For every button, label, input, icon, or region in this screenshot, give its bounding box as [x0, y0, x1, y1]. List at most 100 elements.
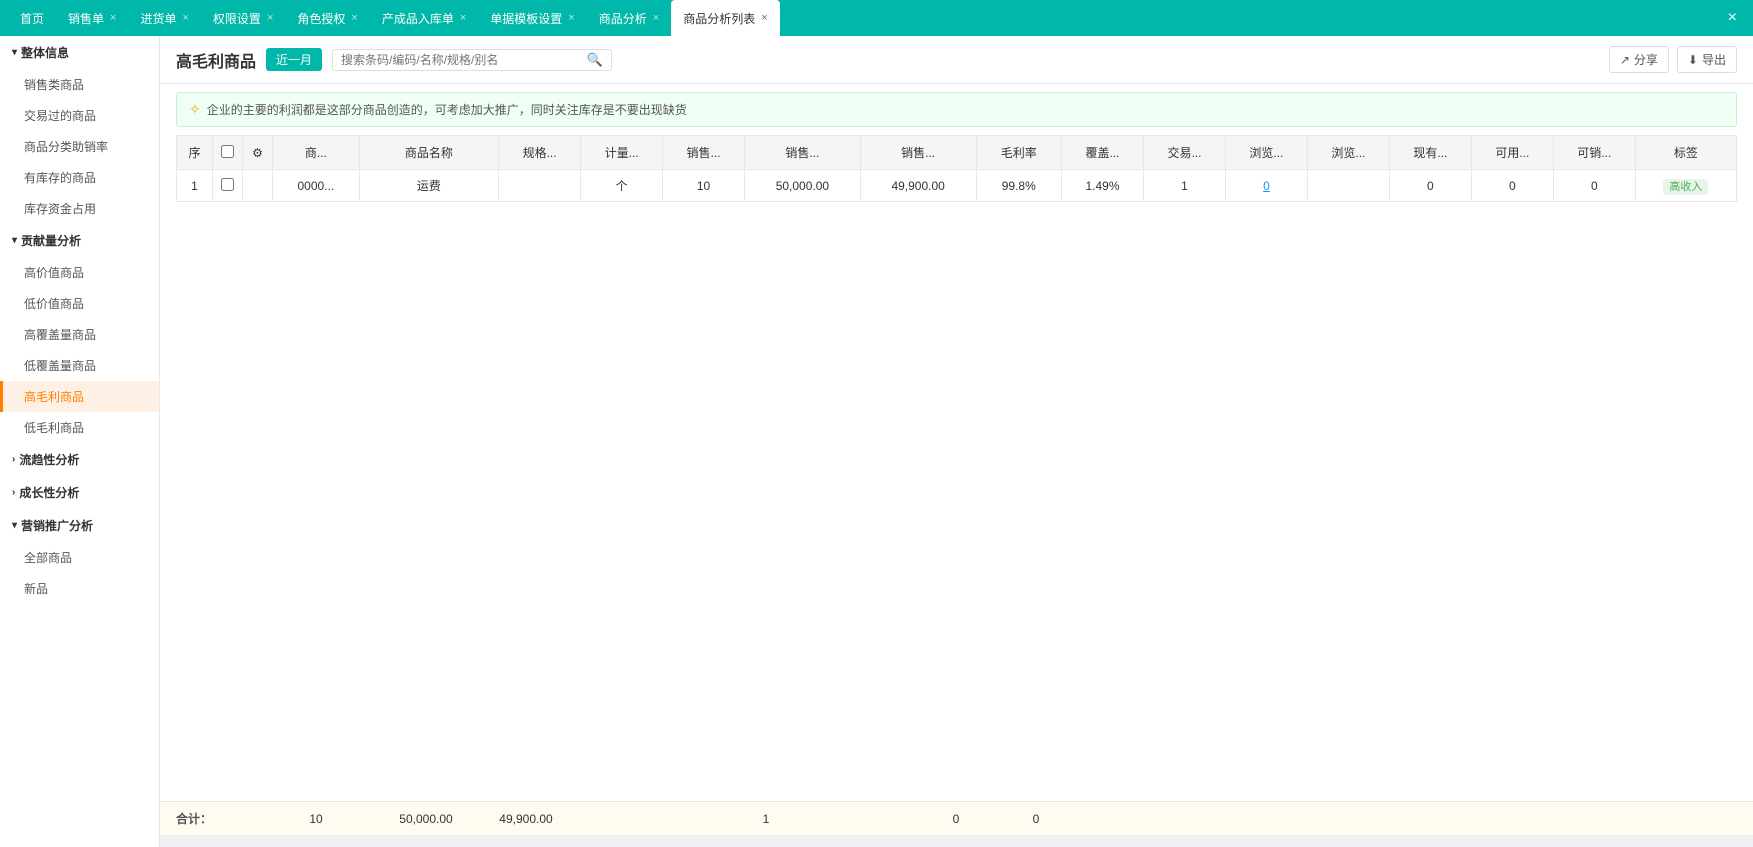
sidebar-group-growth[interactable]: › 成长性分析 [0, 476, 159, 509]
cell-tag: 高收入 [1635, 170, 1736, 202]
nav-product-inbound[interactable]: 产成品入库单 × [370, 0, 478, 36]
sidebar-item-category-sales-rate[interactable]: 商品分类助销率 [0, 131, 159, 162]
col-index: 序 [177, 136, 213, 170]
select-all-checkbox[interactable] [221, 145, 234, 158]
close-all-tabs[interactable]: × [1720, 9, 1745, 27]
close-sales-order[interactable]: × [110, 12, 116, 24]
info-banner: ✧ 企业的主要的利润都是这部分商品创造的，可考虑加大推广，同时关注库存是不要出现… [176, 92, 1737, 127]
cell-coverage: 1.49% [1061, 170, 1143, 202]
group-contribution-arrow: ▾ [12, 235, 17, 246]
footer-current-stock: 0 [916, 812, 996, 826]
col-sales-qty[interactable]: 销售... [663, 136, 745, 170]
close-purchase-order[interactable]: × [182, 12, 188, 24]
nav-sales-order[interactable]: 销售单 × [56, 0, 128, 36]
page-title: 高毛利商品 [176, 48, 256, 72]
data-table: 序 ⚙ 商... 商品名称 规格... 计量... 销售... 销售... 销售… [176, 135, 1737, 202]
sidebar-item-low-value[interactable]: 低价值商品 [0, 288, 159, 319]
sidebar-item-high-margin[interactable]: 高毛利商品 [0, 381, 159, 412]
footer-label: 合计： [176, 810, 256, 827]
col-available-stock[interactable]: 可用... [1471, 136, 1553, 170]
horizontal-scrollbar[interactable] [160, 835, 1753, 847]
col-name[interactable]: 商品名称 [359, 136, 498, 170]
sidebar-item-new-goods[interactable]: 新品 [0, 573, 159, 604]
sidebar-collapse-button[interactable]: « [159, 422, 160, 462]
cell-checkbox[interactable] [213, 170, 243, 202]
col-sales-profit[interactable]: 销售... [860, 136, 976, 170]
time-filter-button[interactable]: 近一月 [266, 48, 322, 71]
content-area: 高毛利商品 近一月 🔍 ↗ 分享 ⬇ 导出 ✧ 企业的主要的利润都是这部分商品创… [160, 36, 1753, 847]
cell-sales-amount: 50,000.00 [745, 170, 861, 202]
sidebar-item-all-goods[interactable]: 全部商品 [0, 542, 159, 573]
nav-permission-settings[interactable]: 权限设置 × [201, 0, 285, 36]
sidebar-item-in-stock-goods[interactable]: 有库存的商品 [0, 162, 159, 193]
footer-spacer2 [656, 812, 736, 826]
table-header-row: 序 ⚙ 商... 商品名称 规格... 计量... 销售... 销售... 销售… [177, 136, 1737, 170]
sidebar-item-traded-goods[interactable]: 交易过的商品 [0, 100, 159, 131]
nav-role-auth[interactable]: 角色授权 × [285, 0, 369, 36]
col-transactions[interactable]: 交易... [1143, 136, 1225, 170]
footer-available-stock: 0 [996, 812, 1076, 826]
share-button[interactable]: ↗ 分享 [1609, 46, 1669, 73]
nav-product-analysis[interactable]: 商品分析 × [587, 0, 671, 36]
footer-sales-qty: 10 [256, 812, 376, 826]
sidebar-item-inventory-capital[interactable]: 库存资金占用 [0, 193, 159, 224]
col-gross-margin[interactable]: 毛利率 [976, 136, 1061, 170]
close-product-analysis-list[interactable]: × [761, 12, 767, 24]
search-input[interactable] [341, 53, 587, 67]
main-layout: « ▾ 整体信息 销售类商品 交易过的商品 商品分类助销率 有库存的商品 库存资… [0, 36, 1753, 847]
sidebar-group-contribution[interactable]: ▾ 贡献量分析 [0, 224, 159, 257]
col-tag[interactable]: 标签 [1635, 136, 1736, 170]
close-role-auth[interactable]: × [351, 12, 357, 24]
footer-total: 合计： 10 50,000.00 49,900.00 1 0 0 [160, 801, 1753, 835]
col-coverage[interactable]: 覆盖... [1061, 136, 1143, 170]
sidebar-item-sales-goods[interactable]: 销售类商品 [0, 69, 159, 100]
sidebar-item-low-coverage[interactable]: 低覆盖量商品 [0, 350, 159, 381]
top-navigation: 首页 销售单 × 进货单 × 权限设置 × 角色授权 × 产成品入库单 × 单据… [0, 0, 1753, 36]
col-browse1[interactable]: 浏览... [1225, 136, 1307, 170]
sidebar-item-high-coverage[interactable]: 高覆盖量商品 [0, 319, 159, 350]
share-icon: ↗ [1620, 53, 1630, 67]
sidebar-item-low-margin[interactable]: 低毛利商品 [0, 412, 159, 443]
group-overall-arrow: ▾ [12, 47, 17, 58]
cell-code: 0000... [273, 170, 360, 202]
nav-product-analysis-list[interactable]: 商品分析列表 × [671, 0, 779, 36]
tag-high-income: 高收入 [1663, 179, 1708, 195]
col-sellable-stock[interactable]: 可销... [1553, 136, 1635, 170]
col-checkbox[interactable] [213, 136, 243, 170]
close-product-inbound[interactable]: × [460, 12, 466, 24]
cell-sellable-stock: 0 [1553, 170, 1635, 202]
col-current-stock[interactable]: 现有... [1389, 136, 1471, 170]
cell-sales-profit: 49,900.00 [860, 170, 976, 202]
nav-template-settings[interactable]: 单据模板设置 × [478, 0, 586, 36]
nav-purchase-order[interactable]: 进货单 × [128, 0, 200, 36]
col-code[interactable]: 商... [273, 136, 360, 170]
cell-index: 1 [177, 170, 213, 202]
close-permission-settings[interactable]: × [267, 12, 273, 24]
table-container[interactable]: 序 ⚙ 商... 商品名称 规格... 计量... 销售... 销售... 销售… [176, 135, 1737, 801]
cell-unit: 个 [581, 170, 663, 202]
footer-spacer3 [796, 812, 856, 826]
footer-sales-profit: 49,900.00 [476, 812, 576, 826]
export-button[interactable]: ⬇ 导出 [1677, 46, 1737, 73]
sidebar-group-marketing[interactable]: ▾ 营销推广分析 [0, 509, 159, 542]
sidebar-item-high-value[interactable]: 高价值商品 [0, 257, 159, 288]
nav-home[interactable]: 首页 [8, 0, 56, 36]
cell-spec [499, 170, 581, 202]
info-icon: ✧ [189, 101, 201, 118]
close-product-analysis[interactable]: × [653, 12, 659, 24]
sidebar-group-trend[interactable]: › 流趋性分析 [0, 443, 159, 476]
sidebar-group-overall[interactable]: ▾ 整体信息 [0, 36, 159, 69]
col-sales-amount[interactable]: 销售... [745, 136, 861, 170]
col-settings[interactable]: ⚙ [243, 136, 273, 170]
col-browse2[interactable]: 浏览... [1307, 136, 1389, 170]
table-row[interactable]: 1 0000... 运费 个 10 50,000.00 49,900.00 99… [177, 170, 1737, 202]
col-unit[interactable]: 计量... [581, 136, 663, 170]
row-checkbox[interactable] [221, 178, 234, 191]
close-template-settings[interactable]: × [568, 12, 574, 24]
footer-cells: 10 50,000.00 49,900.00 1 0 0 [256, 812, 1737, 826]
browse1-link[interactable]: 0 [1263, 179, 1270, 193]
col-spec[interactable]: 规格... [499, 136, 581, 170]
search-icon[interactable]: 🔍 [587, 52, 603, 68]
cell-browse1[interactable]: 0 [1225, 170, 1307, 202]
sidebar: « ▾ 整体信息 销售类商品 交易过的商品 商品分类助销率 有库存的商品 库存资… [0, 36, 160, 847]
